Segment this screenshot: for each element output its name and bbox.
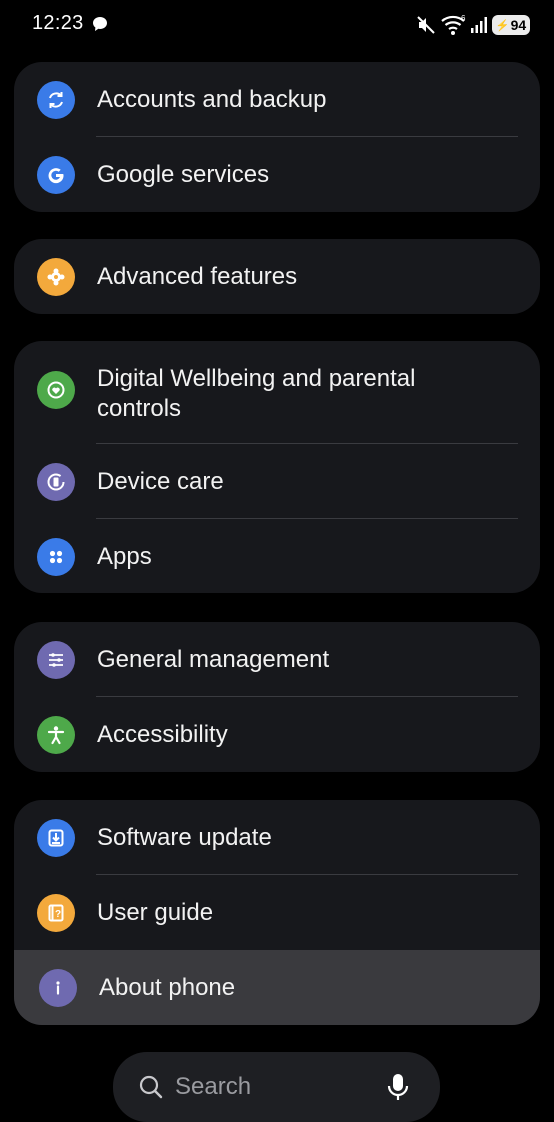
menu-item-digital-wellbeing[interactable]: Digital Wellbeing and parental controls	[14, 341, 540, 439]
accessibility-person-icon	[37, 716, 75, 754]
battery-indicator: ⚡ 94	[492, 15, 530, 35]
svg-text:?: ?	[55, 909, 61, 920]
menu-item-label: Apps	[97, 543, 152, 570]
menu-item-label: User guide	[97, 899, 214, 926]
menu-item-google-services[interactable]: Google services	[14, 137, 540, 212]
menu-item-label: General management	[97, 646, 330, 673]
menu-item-about-phone[interactable]: About phone	[14, 950, 540, 1025]
menu-item-label: Advanced features	[97, 263, 298, 290]
menu-item-label: Google services	[97, 161, 270, 188]
mute-icon	[417, 16, 435, 34]
signal-icon	[471, 17, 487, 33]
microphone-icon[interactable]	[386, 1072, 410, 1102]
info-icon	[39, 969, 77, 1007]
menu-item-advanced-features[interactable]: Advanced features	[14, 239, 540, 314]
menu-item-software-update[interactable]: Software update	[14, 800, 540, 875]
sync-icon	[37, 81, 75, 119]
status-time: 12:23	[32, 12, 84, 34]
chat-bubble-icon	[93, 17, 107, 31]
menu-item-general-management[interactable]: General management	[14, 622, 540, 697]
device-care-icon	[37, 463, 75, 501]
heart-circle-icon	[37, 371, 75, 409]
menu-item-label: Accounts and backup	[97, 86, 327, 113]
settings-group-accounts: Accounts and backup Google services	[14, 62, 540, 212]
menu-item-label: Device care	[97, 468, 224, 495]
sliders-icon	[37, 641, 75, 679]
wifi-icon: 6	[441, 14, 466, 35]
battery-level: 94	[510, 17, 527, 33]
search-icon	[139, 1075, 163, 1099]
google-g-icon	[37, 156, 75, 194]
search-placeholder: Search	[175, 1073, 252, 1100]
menu-item-apps[interactable]: Apps	[14, 519, 540, 593]
menu-item-label: Software update	[97, 824, 272, 851]
menu-item-user-guide[interactable]: ? User guide	[14, 875, 540, 950]
settings-group-device: Digital Wellbeing and parental controls …	[14, 341, 540, 593]
settings-group-advanced: Advanced features	[14, 239, 540, 314]
menu-item-accessibility[interactable]: Accessibility	[14, 697, 540, 772]
wifi-badge: 6	[461, 14, 466, 23]
charging-bolt-icon: ⚡	[495, 19, 510, 32]
search-bar[interactable]: Search	[113, 1052, 440, 1122]
apps-dots-icon	[37, 538, 75, 576]
status-bar: 12:23 6 ⚡ 94	[0, 0, 554, 50]
help-book-icon: ?	[37, 894, 75, 932]
download-box-icon	[37, 819, 75, 857]
settings-group-about: Software update ? User guide About phone	[14, 800, 540, 1025]
menu-item-device-care[interactable]: Device care	[14, 444, 540, 519]
menu-item-label: About phone	[99, 974, 236, 1001]
menu-item-label: Accessibility	[97, 721, 228, 748]
puzzle-gear-icon	[37, 258, 75, 296]
menu-item-label: Digital Wellbeing and parental controls	[97, 365, 416, 422]
settings-group-general: General management Accessibility	[14, 622, 540, 772]
menu-item-accounts-backup[interactable]: Accounts and backup	[14, 62, 540, 137]
